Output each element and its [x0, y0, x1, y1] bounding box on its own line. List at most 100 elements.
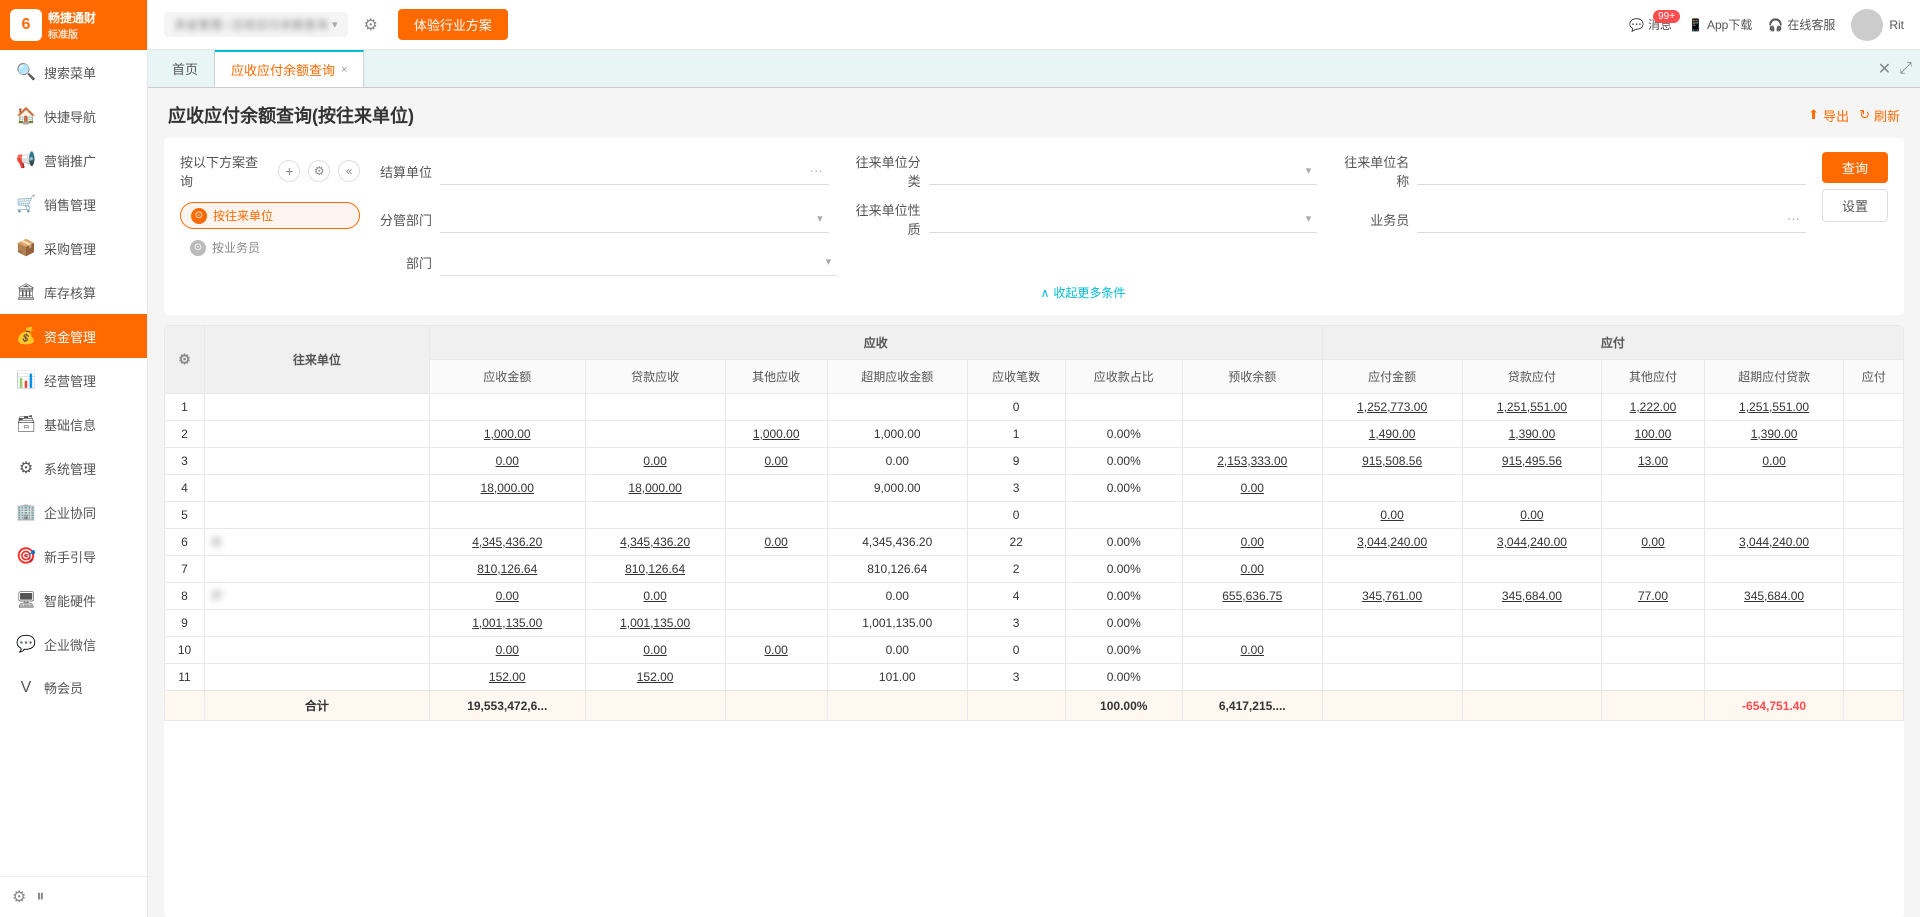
cell-ar-amount[interactable] [429, 394, 585, 421]
filter-input-settlement[interactable]: ··· [440, 157, 829, 185]
cell-ap-overdue[interactable] [1704, 475, 1844, 502]
cell-ap-amount[interactable] [1322, 475, 1462, 502]
filter-input-partner-nature[interactable]: ▾ [929, 205, 1318, 233]
cell-ar-prepay[interactable] [1182, 664, 1322, 691]
cell-ar-amount[interactable]: 810,126.64 [429, 556, 585, 583]
tab-close-icon[interactable]: × [341, 64, 347, 76]
cell-ap-amount[interactable]: 915,508.56 [1322, 448, 1462, 475]
cell-ap-loan[interactable] [1462, 664, 1602, 691]
filter-schema-button[interactable]: ⚙ [308, 160, 330, 182]
cell-ap-amount[interactable] [1322, 556, 1462, 583]
cell-ar-amount[interactable] [429, 502, 585, 529]
cell-ap-other[interactable]: 100.00 [1602, 421, 1704, 448]
solution-button[interactable]: 体验行业方案 [398, 9, 508, 40]
cell-ar-amount[interactable]: 0.00 [429, 583, 585, 610]
cell-ap-amount[interactable]: 0.00 [1322, 502, 1462, 529]
sidebar-item-funds[interactable]: 💰 资金管理 [0, 314, 147, 358]
filter-input-dept[interactable]: ▾ [440, 205, 829, 233]
cell-ar-other[interactable] [725, 583, 827, 610]
cell-ar-prepay[interactable]: 0.00 [1182, 556, 1322, 583]
cell-ar-loan[interactable]: 0.00 [585, 448, 725, 475]
sidebar-collapse-button[interactable]: ⏸ [36, 888, 44, 906]
cell-ar-prepay[interactable]: 0.00 [1182, 475, 1322, 502]
sidebar-item-system[interactable]: ⚙ 系统管理 [0, 446, 147, 490]
cell-ap-other[interactable] [1602, 664, 1704, 691]
cell-ap-overdue[interactable]: 0.00 [1704, 448, 1844, 475]
cell-ar-other[interactable]: 0.00 [725, 529, 827, 556]
cell-ap-amount[interactable] [1322, 664, 1462, 691]
table-settings-icon[interactable]: ⚙ [178, 351, 191, 367]
cell-ap-other[interactable] [1602, 637, 1704, 664]
collapse-button[interactable]: ∧ 收起更多条件 [1041, 284, 1126, 301]
cell-ar-prepay[interactable]: 0.00 [1182, 529, 1322, 556]
cell-ar-other[interactable] [725, 475, 827, 502]
cell-ar-prepay[interactable]: 0.00 [1182, 637, 1322, 664]
cell-ap-other[interactable] [1602, 556, 1704, 583]
cell-ar-other[interactable] [725, 664, 827, 691]
cell-ar-other[interactable]: 0.00 [725, 448, 827, 475]
filter-input-sub-dept[interactable]: ▾ [440, 248, 837, 276]
cell-ar-loan[interactable]: 0.00 [585, 583, 725, 610]
cell-ap-other[interactable] [1602, 475, 1704, 502]
cell-ar-amount[interactable]: 0.00 [429, 448, 585, 475]
cell-ar-prepay[interactable]: 2,153,333.00 [1182, 448, 1322, 475]
cell-ar-loan[interactable]: 0.00 [585, 637, 725, 664]
filter-collapse-left-button[interactable]: « [338, 160, 360, 182]
cell-ap-other[interactable]: 1,222.00 [1602, 394, 1704, 421]
sidebar-item-basic[interactable]: 🗃 基础信息 [0, 402, 147, 446]
cell-ar-loan[interactable]: 4,345,436.20 [585, 529, 725, 556]
cell-ar-other[interactable] [725, 556, 827, 583]
refresh-button[interactable]: ↻ 刷新 [1859, 106, 1900, 125]
filter-option-staff[interactable]: ⊙ 按业务员 [180, 235, 360, 260]
sidebar-item-guide[interactable]: 🎯 新手引导 [0, 534, 147, 578]
cell-ar-prepay[interactable] [1182, 394, 1322, 421]
cell-ar-loan[interactable]: 1,001,135.00 [585, 610, 725, 637]
cell-ar-amount[interactable]: 0.00 [429, 637, 585, 664]
sidebar-settings-button[interactable]: ⚙ [12, 887, 26, 907]
cell-ar-other[interactable]: 0.00 [725, 637, 827, 664]
cell-ap-amount[interactable] [1322, 610, 1462, 637]
cell-ar-prepay[interactable] [1182, 502, 1322, 529]
cell-ap-other[interactable]: 0.00 [1602, 529, 1704, 556]
tab-expand-icon[interactable]: ⤢ [1899, 60, 1912, 78]
cell-ar-amount[interactable]: 152.00 [429, 664, 585, 691]
cell-ar-other[interactable]: 1,000.00 [725, 421, 827, 448]
online-service-button[interactable]: 🎧 在线客服 [1768, 16, 1835, 33]
cell-ap-amount[interactable]: 3,044,240.00 [1322, 529, 1462, 556]
sidebar-item-marketing[interactable]: 📢 营销推广 [0, 138, 147, 182]
sidebar-item-wechat[interactable]: 💬 企业微信 [0, 622, 147, 666]
cell-ar-other[interactable] [725, 394, 827, 421]
cell-ar-loan[interactable]: 152.00 [585, 664, 725, 691]
cell-ap-loan[interactable]: 3,044,240.00 [1462, 529, 1602, 556]
cell-ar-other[interactable] [725, 502, 827, 529]
cell-ap-amount[interactable]: 1,252,773.00 [1322, 394, 1462, 421]
filter-input-partner-name[interactable] [1417, 157, 1806, 185]
sidebar-item-hardware[interactable]: 🖥 智能硬件 [0, 578, 147, 622]
topbar-gear-icon[interactable]: ⚙ [364, 15, 378, 35]
cell-ap-other[interactable]: 13.00 [1602, 448, 1704, 475]
cell-ar-amount[interactable]: 18,000.00 [429, 475, 585, 502]
sidebar-item-member[interactable]: V 畅会员 [0, 666, 147, 709]
cell-ar-other[interactable] [725, 610, 827, 637]
tab-home[interactable]: 首页 [156, 50, 215, 87]
cell-ap-amount[interactable] [1322, 637, 1462, 664]
settings-button[interactable]: 设置 [1822, 189, 1888, 222]
cell-ap-amount[interactable]: 1,490.00 [1322, 421, 1462, 448]
sidebar-item-search[interactable]: 🔍 搜索菜单 [0, 50, 147, 94]
cell-ap-amount[interactable]: 345,761.00 [1322, 583, 1462, 610]
filter-option-partner[interactable]: ⊙ 按往来单位 [180, 202, 360, 229]
export-button[interactable]: ⬆ 导出 [1808, 106, 1849, 125]
cell-ap-loan[interactable] [1462, 475, 1602, 502]
cell-ap-overdue[interactable] [1704, 664, 1844, 691]
user-area[interactable]: Rit [1851, 9, 1904, 41]
app-download-button[interactable]: 📱 App下载 [1688, 16, 1752, 33]
sidebar-item-quicknav[interactable]: 🏠 快捷导航 [0, 94, 147, 138]
cell-ar-amount[interactable]: 4,345,436.20 [429, 529, 585, 556]
cell-ap-overdue[interactable]: 345,684.00 [1704, 583, 1844, 610]
cell-ap-loan[interactable] [1462, 610, 1602, 637]
tab-query[interactable]: 应收应付余额查询 × [215, 50, 364, 87]
cell-ap-overdue[interactable]: 1,251,551.00 [1704, 394, 1844, 421]
query-button[interactable]: 查询 [1822, 152, 1888, 183]
cell-ar-prepay[interactable] [1182, 421, 1322, 448]
cell-ap-overdue[interactable] [1704, 610, 1844, 637]
